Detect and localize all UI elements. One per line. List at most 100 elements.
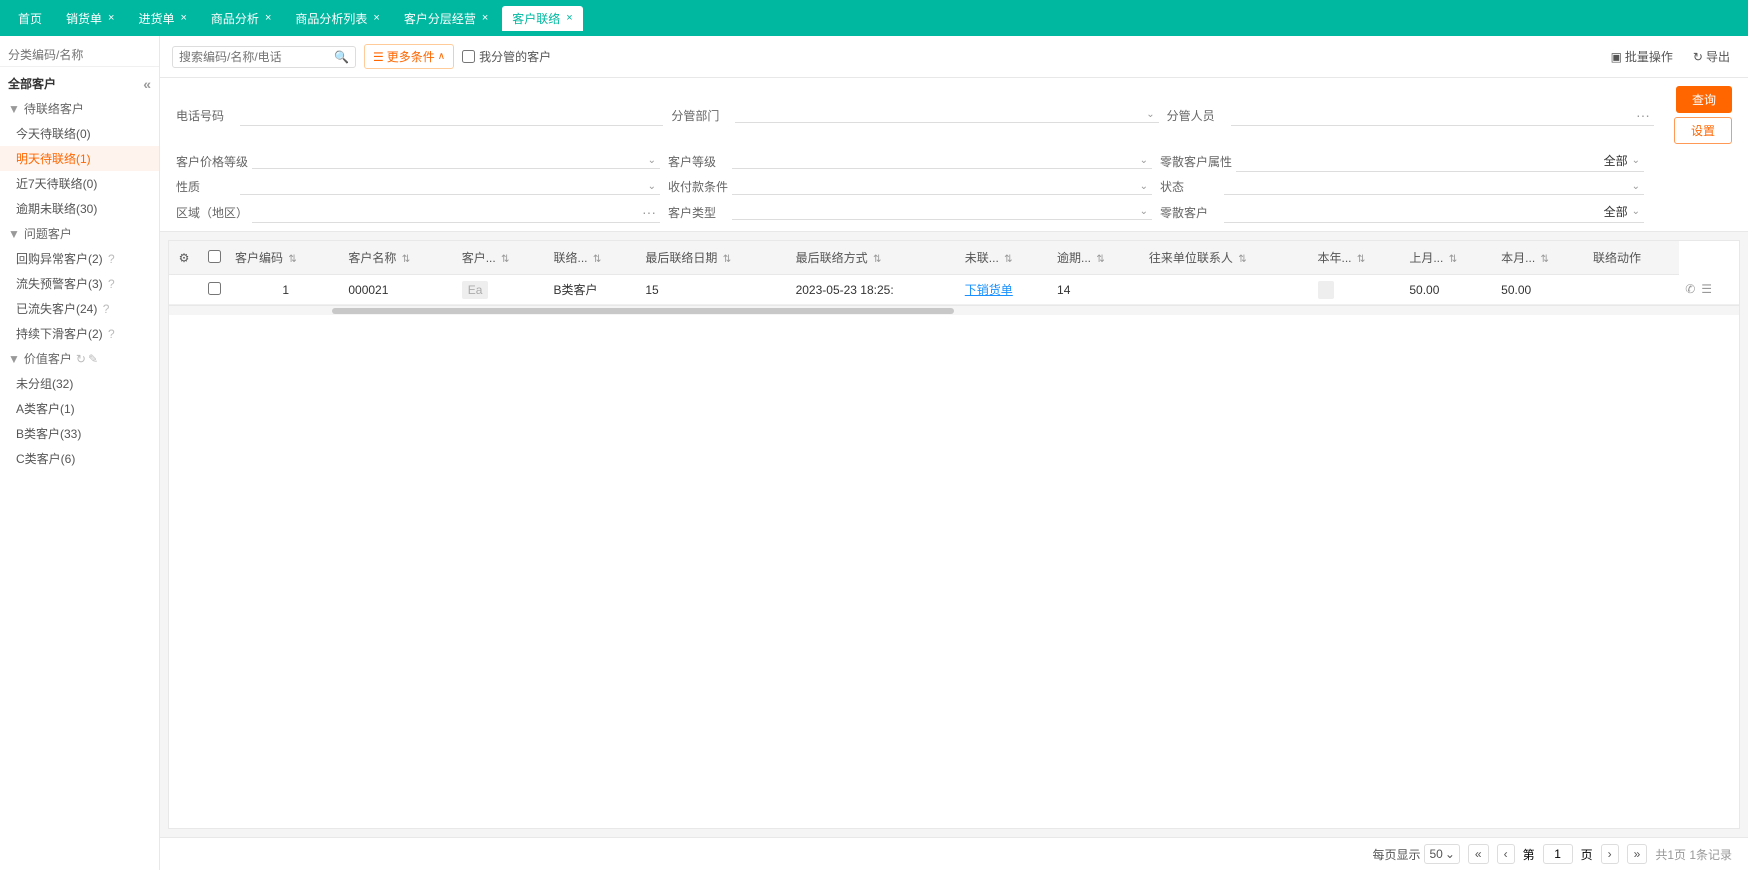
nav-close-product-list[interactable]: × (373, 12, 379, 24)
action-more-icon[interactable]: ☰ (1701, 282, 1712, 296)
page-size-dropdown[interactable]: 50 ⌄ (1424, 844, 1459, 864)
filter-status-select[interactable]: ⌄ (1224, 179, 1644, 195)
nav-close-contact[interactable]: × (566, 12, 572, 24)
th-action: 联络动作 (1587, 241, 1679, 275)
sidebar-search-input[interactable] (8, 48, 160, 62)
filter-retail: 零散客户 全部 ⌄ (1160, 201, 1644, 223)
set-btn[interactable]: 设置 (1674, 117, 1732, 144)
filter-customer-grade-select[interactable]: ⌄ (732, 153, 1152, 169)
filter-phone: 电话号码 (176, 105, 663, 126)
sidebar-churn-warning[interactable]: 流失预警客户(3) ? (0, 271, 159, 296)
filter-payment-select[interactable]: ⌄ (732, 179, 1152, 195)
page-num-input[interactable] (1543, 844, 1573, 864)
row-overdue-cell (1143, 275, 1312, 305)
export-icon: ↻ (1693, 50, 1703, 64)
filter-row-4: 区域（地区） ··· 客户类型 ⌄ 零散客户 全部 ⌄ (176, 201, 1732, 223)
last-page-btn[interactable]: » (1627, 844, 1648, 864)
sidebar-pending-group[interactable]: ▼ 待联络客户 (0, 96, 159, 121)
nav-product-analysis-list[interactable]: 商品分析列表 × (285, 6, 389, 31)
filter-nature-select[interactable]: ⌄ (240, 179, 660, 195)
my-customers-checkbox[interactable] (462, 50, 475, 63)
value-edit-icon[interactable]: ✎ (88, 352, 98, 366)
scroll-thumb[interactable] (332, 308, 954, 314)
filter-customer-type-select[interactable]: ⌄ (732, 204, 1152, 220)
status-chevron-icon: ⌄ (1632, 181, 1640, 192)
filter-region-select[interactable]: ··· (252, 202, 660, 223)
sidebar-ungrouped[interactable]: 未分组(32) (0, 371, 159, 396)
nav-close-tier[interactable]: × (482, 12, 488, 24)
row-last-month-cell: 50.00 (1495, 275, 1587, 305)
select-all-checkbox[interactable] (208, 250, 221, 263)
filter-row-2: 客户价格等级 ⌄ 客户等级 ⌄ 零散客户属性 全部 ⌄ (176, 150, 1732, 172)
horizontal-scrollbar[interactable] (169, 305, 1739, 315)
filter-phone-input[interactable] (240, 105, 663, 126)
sidebar-declining[interactable]: 持续下滑客户(2) ? (0, 321, 159, 346)
nav-product-analysis[interactable]: 商品分析 × (201, 6, 281, 31)
filter-row-3: 性质 ⌄ 收付款条件 ⌄ 状态 ⌄ (176, 178, 1732, 195)
table-row: 1 000021 Ea B类客户 15 (169, 275, 1739, 305)
sidebar-search-wrap[interactable]: 🔍 (0, 44, 159, 67)
filter-customer-type: 客户类型 ⌄ (668, 204, 1152, 221)
sidebar-churned[interactable]: 已流失客户(24) ? (0, 296, 159, 321)
prev-page-btn[interactable]: ‹ (1497, 844, 1515, 864)
sidebar-class-c[interactable]: C类客户(6) (0, 446, 159, 471)
th-uncontacted: 未联... ⇅ (959, 241, 1051, 275)
retail-chevron-icon: ⌄ (1632, 206, 1640, 217)
nav-close-purchase[interactable]: × (180, 12, 186, 24)
customer-table: ⚙ 客户编码 ⇅ 客户名称 ⇅ (169, 241, 1739, 305)
sidebar-overdue-pending[interactable]: 逾期未联络(30) (0, 196, 159, 221)
sidebar-class-a[interactable]: A类客户(1) (0, 396, 159, 421)
filter-dept-select[interactable]: ⌄ (735, 107, 1158, 123)
table-area: ⚙ 客户编码 ⇅ 客户名称 ⇅ (168, 240, 1740, 829)
filter-arrow-icon: ∧ (438, 51, 445, 62)
customer-grade-chevron-icon: ⌄ (1140, 155, 1148, 166)
sidebar-abnormal-repurchase[interactable]: 回购异常客户(2) ? (0, 246, 159, 271)
query-btn[interactable]: 查询 (1676, 86, 1732, 113)
filter-status: 状态 ⌄ (1160, 178, 1644, 195)
value-refresh-icon[interactable]: ↻ (76, 352, 86, 366)
nav-customer-contact[interactable]: 客户联络 × (502, 6, 582, 31)
sidebar-today-pending[interactable]: 今天待联络(0) (0, 121, 159, 146)
action-phone-icon[interactable]: ✆ (1685, 282, 1695, 296)
filter-region: 区域（地区） ··· (176, 202, 660, 223)
row-contact-person-cell (1312, 275, 1404, 305)
batch-op-btn[interactable]: ▣ 批量操作 (1605, 45, 1679, 68)
sidebar-week-pending[interactable]: 近7天待联络(0) (0, 171, 159, 196)
filter-price-grade-select[interactable]: ⌄ (252, 153, 660, 169)
next-page-btn[interactable]: › (1601, 844, 1619, 864)
nav-close-sales[interactable]: × (108, 12, 114, 24)
help-icon-4: ? (108, 327, 115, 341)
search-submit-icon[interactable]: 🔍 (334, 50, 349, 64)
search-input-wrap[interactable]: 🔍 (172, 46, 356, 68)
row-contact-count-cell: 15 (639, 275, 789, 305)
nav-customer-tier[interactable]: 客户分层经营 × (394, 6, 498, 31)
filter-retail-attr-select[interactable]: 全部 ⌄ (1236, 150, 1644, 172)
my-customers-checkbox-wrap[interactable]: 我分管的客户 (462, 48, 551, 65)
nav-purchase-order[interactable]: 进货单 × (128, 6, 196, 31)
sidebar-problem-group[interactable]: ▼ 问题客户 (0, 221, 159, 246)
value-arrow-icon: ▼ (8, 352, 20, 366)
search-input[interactable] (179, 50, 334, 64)
first-page-btn[interactable]: « (1468, 844, 1489, 864)
sidebar-class-b[interactable]: B类客户(33) (0, 421, 159, 446)
more-filter-btn[interactable]: ☰ 更多条件 ∧ (364, 44, 454, 69)
sort-contact-count-icon: ⇅ (593, 254, 601, 265)
filter-person-select[interactable]: ··· (1231, 105, 1654, 126)
nav-sales-order[interactable]: 销货单 × (56, 6, 124, 31)
nav-close-product[interactable]: × (265, 12, 271, 24)
sort-this-month-icon: ⇅ (1541, 254, 1549, 265)
th-this-year: 本年... ⇅ (1312, 241, 1404, 275)
row-this-month-cell (1587, 275, 1679, 305)
sort-name-icon: ⇅ (402, 254, 410, 265)
row-checkbox[interactable] (208, 282, 221, 295)
settings-icon[interactable]: ⚙ (179, 251, 190, 265)
sidebar-tomorrow-pending[interactable]: 明天待联络(1) (0, 146, 159, 171)
sidebar-all-customers[interactable]: 全部客户 « (0, 71, 159, 96)
th-name: 客户名称 ⇅ (342, 241, 455, 275)
export-btn[interactable]: ↻ 导出 (1687, 45, 1736, 68)
nav-home[interactable]: 首页 (8, 6, 52, 31)
sidebar-value-group[interactable]: ▼ 价值客户 ↻ ✎ (0, 346, 159, 371)
price-grade-chevron-icon: ⌄ (648, 155, 656, 166)
help-icon-1: ? (108, 252, 115, 266)
filter-retail-select[interactable]: 全部 ⌄ (1224, 201, 1644, 223)
